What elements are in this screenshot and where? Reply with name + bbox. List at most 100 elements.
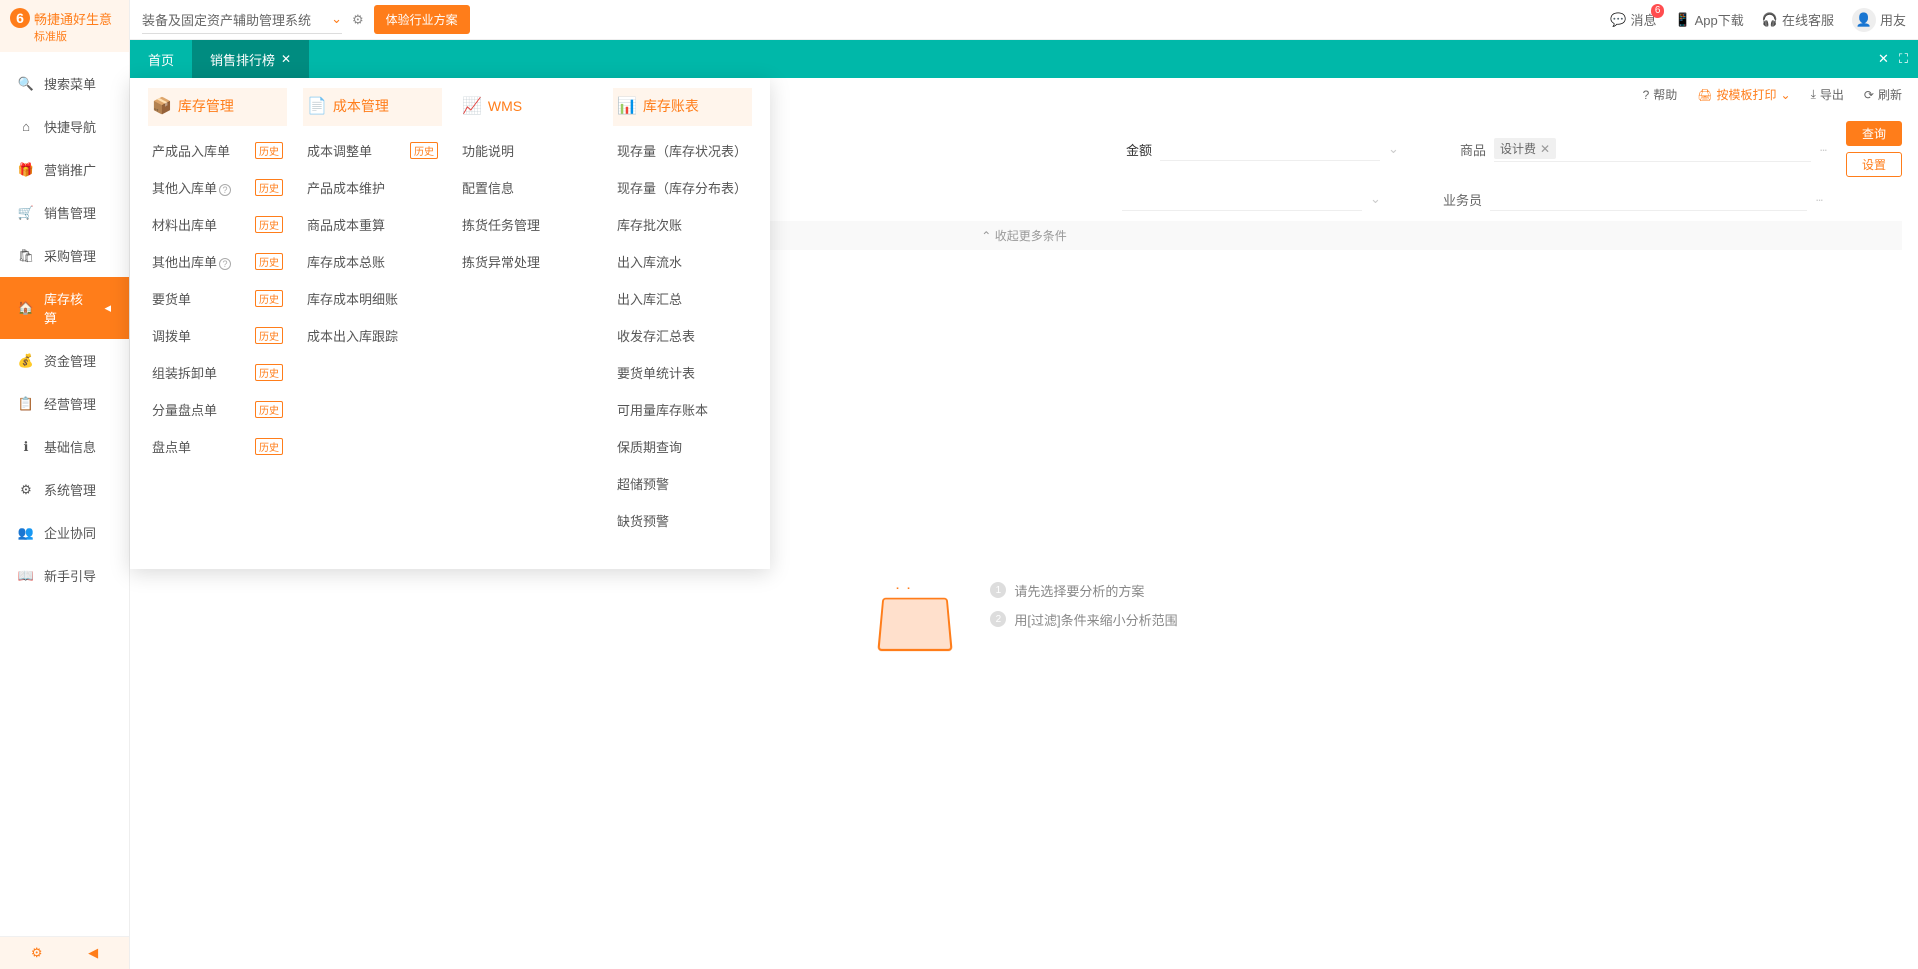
logo[interactable]: 6 畅捷通好生意: [10, 8, 119, 28]
bag-icon: 🛍: [18, 248, 34, 264]
mega-menu-item[interactable]: 超储预警: [613, 465, 752, 502]
dropdown-input-2[interactable]: [1122, 187, 1362, 211]
mega-menu-item[interactable]: 拣货任务管理: [458, 206, 597, 243]
history-tag[interactable]: 历史: [255, 401, 283, 418]
history-tag[interactable]: 历史: [255, 179, 283, 196]
mega-menu-item[interactable]: 组装拆卸单历史: [148, 354, 287, 391]
collapse-sidebar-icon[interactable]: ◀: [88, 945, 98, 961]
mega-menu-item[interactable]: 分量盘点单历史: [148, 391, 287, 428]
online-service-button[interactable]: 🎧 在线客服: [1762, 10, 1834, 29]
mega-menu-item[interactable]: 其他入库单? 历史: [148, 169, 287, 206]
settings-button[interactable]: 设置: [1846, 152, 1902, 177]
mega-menu-item[interactable]: 缺货预警: [613, 502, 752, 539]
history-tag[interactable]: 历史: [255, 253, 283, 270]
mega-menu-item[interactable]: 配置信息: [458, 169, 597, 206]
nav-funds[interactable]: 💰资金管理: [0, 339, 129, 382]
mega-menu-item[interactable]: 现存量（库存状况表）: [613, 132, 752, 169]
mega-menu-item[interactable]: 库存批次账: [613, 206, 752, 243]
nav-system[interactable]: ⚙系统管理: [0, 468, 129, 511]
chat-icon: 💬: [1610, 12, 1626, 28]
system-select[interactable]: 装备及固定资产辅助管理系统 ⌄: [142, 6, 342, 34]
mega-menu-item[interactable]: 保质期查询: [613, 428, 752, 465]
mega-menu-item[interactable]: 要货单统计表: [613, 354, 752, 391]
tab-label: 销售排行榜: [210, 50, 275, 69]
mega-menu-item[interactable]: 商品成本重算: [303, 206, 442, 243]
mega-item-label: 其他入库单?: [152, 178, 231, 197]
messages-button[interactable]: 💬 消息 6: [1610, 10, 1656, 29]
help-button[interactable]: ?帮助: [1643, 86, 1678, 103]
system-settings-icon[interactable]: ⚙: [352, 12, 364, 28]
app-download-button[interactable]: 📱 App下载: [1674, 10, 1743, 29]
industry-plan-button[interactable]: 体验行业方案: [374, 5, 470, 34]
mega-menu-item[interactable]: 可用量库存账本: [613, 391, 752, 428]
more-icon[interactable]: ···: [1815, 192, 1822, 207]
history-tag[interactable]: 历史: [255, 290, 283, 307]
mega-menu-item[interactable]: 出入库流水: [613, 243, 752, 280]
nav-label: 销售管理: [44, 203, 96, 222]
nav-collab[interactable]: 👥企业协同: [0, 511, 129, 554]
mega-menu-item[interactable]: 成本出入库跟踪: [303, 317, 442, 354]
nav-quick[interactable]: ⌂快捷导航: [0, 105, 129, 148]
mega-menu-item[interactable]: 出入库汇总: [613, 280, 752, 317]
close-all-icon[interactable]: ✕: [1878, 51, 1889, 67]
mega-item-label: 出入库汇总: [617, 289, 682, 308]
mega-menu-item[interactable]: 材料出库单 历史: [148, 206, 287, 243]
mega-item-label: 保质期查询: [617, 437, 682, 456]
nav-inventory[interactable]: 🏠库存核算◂: [0, 277, 129, 339]
mega-menu-item[interactable]: 成本调整单历史: [303, 132, 442, 169]
top-header: 装备及固定资产辅助管理系统 ⌄ ⚙ 体验行业方案 💬 消息 6 📱 App下载 …: [130, 0, 1918, 40]
close-icon[interactable]: ✕: [281, 52, 291, 66]
mega-menu-item[interactable]: 现存量（库存分布表）: [613, 169, 752, 206]
export-icon: ⤓: [1811, 87, 1816, 102]
mega-menu-item[interactable]: 收发存汇总表: [613, 317, 752, 354]
history-tag[interactable]: 历史: [255, 216, 283, 233]
mega-menu-item[interactable]: 拣货异常处理: [458, 243, 597, 280]
nav-marketing[interactable]: 🎁营销推广: [0, 148, 129, 191]
nav-basic[interactable]: ℹ基础信息: [0, 425, 129, 468]
mega-item-label: 要货单统计表: [617, 363, 695, 382]
history-tag[interactable]: 历史: [410, 142, 438, 159]
mega-menu-item[interactable]: 盘点单历史: [148, 428, 287, 465]
chevron-down-icon[interactable]: ⌄: [1370, 191, 1381, 207]
mega-menu-item[interactable]: 其他出库单?历史: [148, 243, 287, 280]
tab-sales-ranking[interactable]: 销售排行榜 ✕: [192, 40, 309, 78]
mega-item-label: 材料出库单: [152, 215, 217, 234]
nav-purchase[interactable]: 🛍采购管理: [0, 234, 129, 277]
mega-item-label: 超储预警: [617, 474, 669, 493]
history-tag[interactable]: 历史: [255, 364, 283, 381]
remove-tag-icon[interactable]: ✕: [1540, 142, 1550, 156]
nav-search[interactable]: 🔍搜索菜单: [0, 62, 129, 105]
export-button[interactable]: ⤓导出: [1811, 86, 1844, 103]
mega-menu-item[interactable]: 调拨单历史: [148, 317, 287, 354]
settings-icon[interactable]: ⚙: [31, 945, 43, 961]
history-tag[interactable]: 历史: [255, 438, 283, 455]
refresh-icon: ⟳: [1864, 88, 1874, 102]
history-tag[interactable]: 历史: [255, 142, 283, 159]
mega-item-label: 库存成本总账: [307, 252, 385, 271]
amount-input[interactable]: [1160, 137, 1380, 161]
user-menu[interactable]: 👤 用友: [1852, 8, 1906, 32]
salesperson-input[interactable]: [1490, 187, 1807, 211]
mega-menu-item[interactable]: 产成品入库单历史: [148, 132, 287, 169]
mega-menu-item[interactable]: 库存成本总账: [303, 243, 442, 280]
refresh-button[interactable]: ⟳刷新: [1864, 86, 1902, 103]
gift-icon: 🎁: [18, 162, 34, 178]
nav-sales[interactable]: 🛒销售管理: [0, 191, 129, 234]
fullscreen-icon[interactable]: ⛶: [1899, 51, 1908, 67]
mega-menu-item[interactable]: 要货单历史: [148, 280, 287, 317]
template-print-button[interactable]: 🖨按模板打印⌄: [1697, 86, 1790, 103]
query-button[interactable]: 查询: [1846, 121, 1902, 146]
mega-menu-item[interactable]: 产品成本维护: [303, 169, 442, 206]
mega-menu-item[interactable]: 库存成本明细账: [303, 280, 442, 317]
chevron-left-icon: ◂: [104, 300, 111, 316]
mega-col-wms: 📈 WMS 功能说明配置信息拣货任务管理拣货异常处理: [450, 88, 605, 539]
chevron-down-icon[interactable]: ⌄: [1388, 141, 1399, 157]
nav-label: 经营管理: [44, 394, 96, 413]
nav-guide[interactable]: 📖新手引导: [0, 554, 129, 597]
doc-icon: 📄: [307, 96, 327, 116]
more-icon[interactable]: ···: [1819, 142, 1826, 157]
tab-home[interactable]: 首页: [130, 40, 192, 78]
nav-operations[interactable]: 📋经营管理: [0, 382, 129, 425]
history-tag[interactable]: 历史: [255, 327, 283, 344]
mega-menu-item[interactable]: 功能说明: [458, 132, 597, 169]
